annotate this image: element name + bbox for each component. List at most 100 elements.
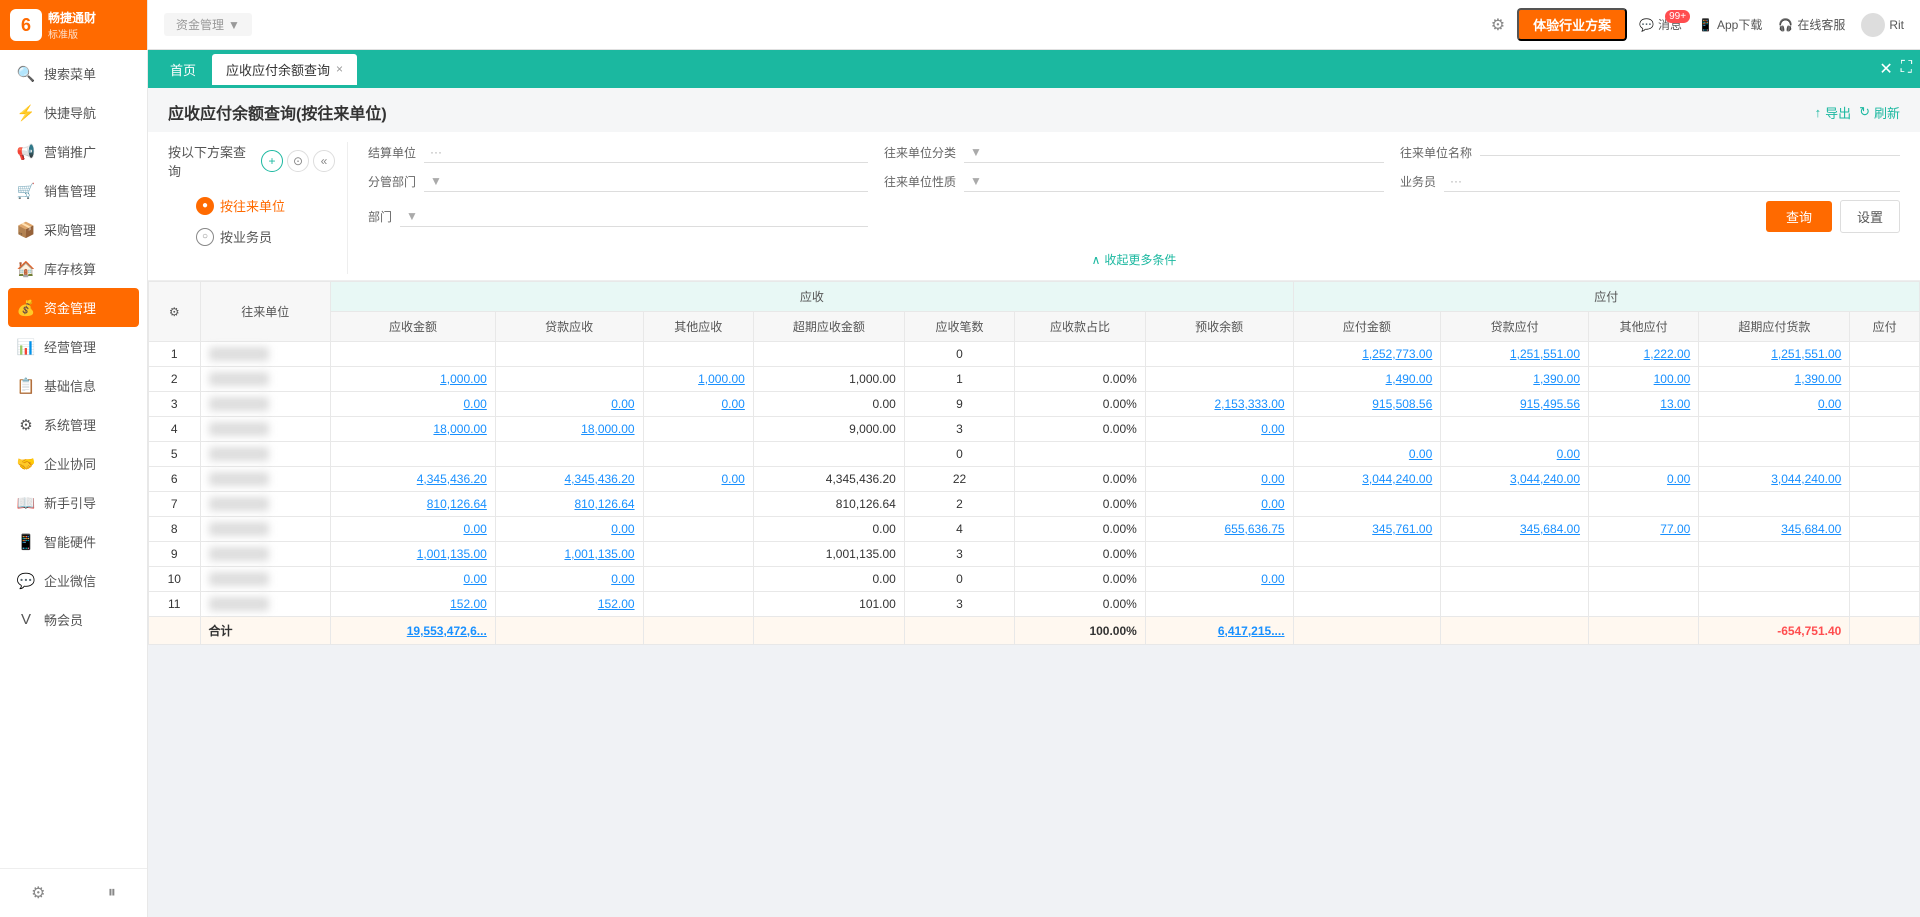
settings-button[interactable]: 设置 xyxy=(1840,200,1900,233)
settlement-unit-input[interactable]: ··· xyxy=(424,142,868,163)
sidebar-item-搜索菜单[interactable]: 🔍搜索菜单 xyxy=(0,54,147,93)
unit-name: ^ xyxy=(200,467,331,492)
sidebar-item-采购管理[interactable]: 📦采购管理 xyxy=(0,210,147,249)
cell-link[interactable]: 0.00 xyxy=(643,467,753,492)
query-button[interactable]: 查询 xyxy=(1766,201,1832,232)
cell-link[interactable]: 152.00 xyxy=(331,592,496,617)
filter-add-icon[interactable]: + xyxy=(261,150,283,172)
cell-link[interactable]: 13.00 xyxy=(1589,392,1699,417)
filter-collapse-left-icon[interactable]: « xyxy=(313,150,335,172)
sidebar-label: 企业协同 xyxy=(44,454,96,473)
cell-link[interactable]: 1,251,551.00 xyxy=(1699,342,1850,367)
cell-link[interactable]: 0.00 xyxy=(1589,467,1699,492)
sidebar-item-企业微信[interactable]: 💬企业微信 xyxy=(0,561,147,600)
cell-link[interactable]: 0.00 xyxy=(1145,567,1293,592)
cell-link[interactable]: 0.00 xyxy=(1441,442,1589,467)
footer-recv-amt[interactable]: 19,553,472,6... xyxy=(331,617,496,645)
filter-option-by-salesman[interactable]: ○ 按业务员 xyxy=(188,223,335,250)
cell-link[interactable]: 0.00 xyxy=(1699,392,1850,417)
cell-link[interactable]: 915,495.56 xyxy=(1441,392,1589,417)
cell-link[interactable]: 1,222.00 xyxy=(1589,342,1699,367)
cell-link[interactable]: 0.00 xyxy=(331,392,496,417)
cell-link[interactable]: 345,761.00 xyxy=(1293,517,1441,542)
sidebar-item-快捷导航[interactable]: ⚡快捷导航 xyxy=(0,93,147,132)
footer-prepay[interactable]: 6,417,215.... xyxy=(1145,617,1293,645)
salesman-input[interactable]: ··· xyxy=(1444,171,1900,192)
sidebar-settings-btn[interactable]: ⚙ xyxy=(25,877,51,909)
cell-link[interactable]: 1,390.00 xyxy=(1699,367,1850,392)
cell-link[interactable]: 152.00 xyxy=(495,592,643,617)
cell-link[interactable]: 345,684.00 xyxy=(1699,517,1850,542)
table-row: 11XXXXXX152.00152.00101.0030.00% xyxy=(149,592,1920,617)
cell-link[interactable]: 4,345,436.20 xyxy=(495,467,643,492)
cell-link[interactable]: 1,490.00 xyxy=(1293,367,1441,392)
sidebar-collapse-btn[interactable]: ⏸ xyxy=(102,878,122,908)
logo-text: 畅捷通财 标准版 xyxy=(48,9,96,41)
cell-link[interactable]: 100.00 xyxy=(1589,367,1699,392)
sidebar-label: 资金管理 xyxy=(44,298,96,317)
sidebar-item-新手引导[interactable]: 📖新手引导 xyxy=(0,483,147,522)
cell-link[interactable]: 4,345,436.20 xyxy=(331,467,496,492)
table-settings-icon[interactable]: ⚙ xyxy=(149,282,201,342)
cell-link[interactable]: 0.00 xyxy=(495,567,643,592)
sidebar-item-销售管理[interactable]: 🛒销售管理 xyxy=(0,171,147,210)
cell-link[interactable]: 345,684.00 xyxy=(1441,517,1589,542)
cell-link[interactable]: 0.00 xyxy=(331,517,496,542)
cell-link[interactable]: 1,001,135.00 xyxy=(331,542,496,567)
dept-input[interactable]: ▼ xyxy=(424,171,868,192)
cell-link[interactable]: 655,636.75 xyxy=(1145,517,1293,542)
tab-home[interactable]: 首页 xyxy=(156,54,210,85)
cell-link[interactable]: 810,126.64 xyxy=(331,492,496,517)
cell-link[interactable]: 0.00 xyxy=(643,392,753,417)
topbar-settings-icon[interactable]: ⚙ xyxy=(1491,15,1505,35)
cell-link[interactable]: 1,251,551.00 xyxy=(1441,342,1589,367)
cell-link[interactable]: 0.00 xyxy=(1293,442,1441,467)
unit-category-input[interactable]: ▼ xyxy=(964,142,1384,163)
cell-link[interactable]: 2,153,333.00 xyxy=(1145,392,1293,417)
tab-current[interactable]: 应收应付余额查询 × xyxy=(212,54,357,85)
unit-name-input[interactable] xyxy=(1480,149,1900,156)
sidebar-item-资金管理[interactable]: 💰资金管理 xyxy=(8,288,139,327)
department-input[interactable]: ▼ xyxy=(400,206,868,227)
sidebar-item-库存核算[interactable]: 🏠库存核算 xyxy=(0,249,147,288)
sidebar-item-畅会员[interactable]: V畅会员 xyxy=(0,600,147,639)
cell-link[interactable]: 915,508.56 xyxy=(1293,392,1441,417)
cell-link[interactable]: 3,044,240.00 xyxy=(1699,467,1850,492)
cell-link[interactable]: 810,126.64 xyxy=(495,492,643,517)
tab-close-window-icon[interactable]: ✕ xyxy=(1879,59,1892,79)
cell-link[interactable]: 0.00 xyxy=(495,517,643,542)
cell-link[interactable]: 1,252,773.00 xyxy=(1293,342,1441,367)
cell-link[interactable]: 0.00 xyxy=(331,567,496,592)
notice-button[interactable]: 💬 消息 99+ xyxy=(1639,16,1682,33)
cell-link[interactable]: 1,000.00 xyxy=(643,367,753,392)
unit-nature-input[interactable]: ▼ xyxy=(964,171,1384,192)
tab-close-icon[interactable]: × xyxy=(336,62,343,76)
cell-link[interactable]: 18,000.00 xyxy=(331,417,496,442)
app-download-link[interactable]: 📱 App下载 xyxy=(1698,16,1762,33)
cell-link[interactable]: 1,390.00 xyxy=(1441,367,1589,392)
cell-link[interactable]: 0.00 xyxy=(1145,492,1293,517)
sidebar-item-企业协同[interactable]: 🤝企业协同 xyxy=(0,444,147,483)
online-service-link[interactable]: 🎧 在线客服 xyxy=(1778,16,1845,33)
sidebar-item-基础信息[interactable]: 📋基础信息 xyxy=(0,366,147,405)
filter-settings-icon[interactable]: ⊙ xyxy=(287,150,309,172)
refresh-button[interactable]: ↻ 刷新 xyxy=(1859,103,1900,122)
cell-link[interactable]: 0.00 xyxy=(1145,467,1293,492)
cell-link[interactable]: 1,000.00 xyxy=(331,367,496,392)
cell-link[interactable]: 0.00 xyxy=(495,392,643,417)
cell-link[interactable]: 3,044,240.00 xyxy=(1293,467,1441,492)
sidebar-item-智能硬件[interactable]: 📱智能硬件 xyxy=(0,522,147,561)
cell-link[interactable]: 77.00 xyxy=(1589,517,1699,542)
sidebar-item-系统管理[interactable]: ⚙系统管理 xyxy=(0,405,147,444)
export-button[interactable]: ↑ 导出 xyxy=(1815,103,1852,122)
promo-button[interactable]: 体验行业方案 xyxy=(1517,8,1627,41)
cell-link[interactable]: 18,000.00 xyxy=(495,417,643,442)
filter-option-by-unit[interactable]: ● 按往来单位 xyxy=(188,192,335,219)
cell-link[interactable]: 0.00 xyxy=(1145,417,1293,442)
cell-link[interactable]: 1,001,135.00 xyxy=(495,542,643,567)
collapse-filter-button[interactable]: ∧ 收起更多条件 xyxy=(368,245,1900,274)
cell-link[interactable]: 3,044,240.00 xyxy=(1441,467,1589,492)
sidebar-item-经营管理[interactable]: 📊经营管理 xyxy=(0,327,147,366)
tab-expand-icon[interactable]: ⛶ xyxy=(1901,59,1912,79)
sidebar-item-营销推广[interactable]: 📢营销推广 xyxy=(0,132,147,171)
